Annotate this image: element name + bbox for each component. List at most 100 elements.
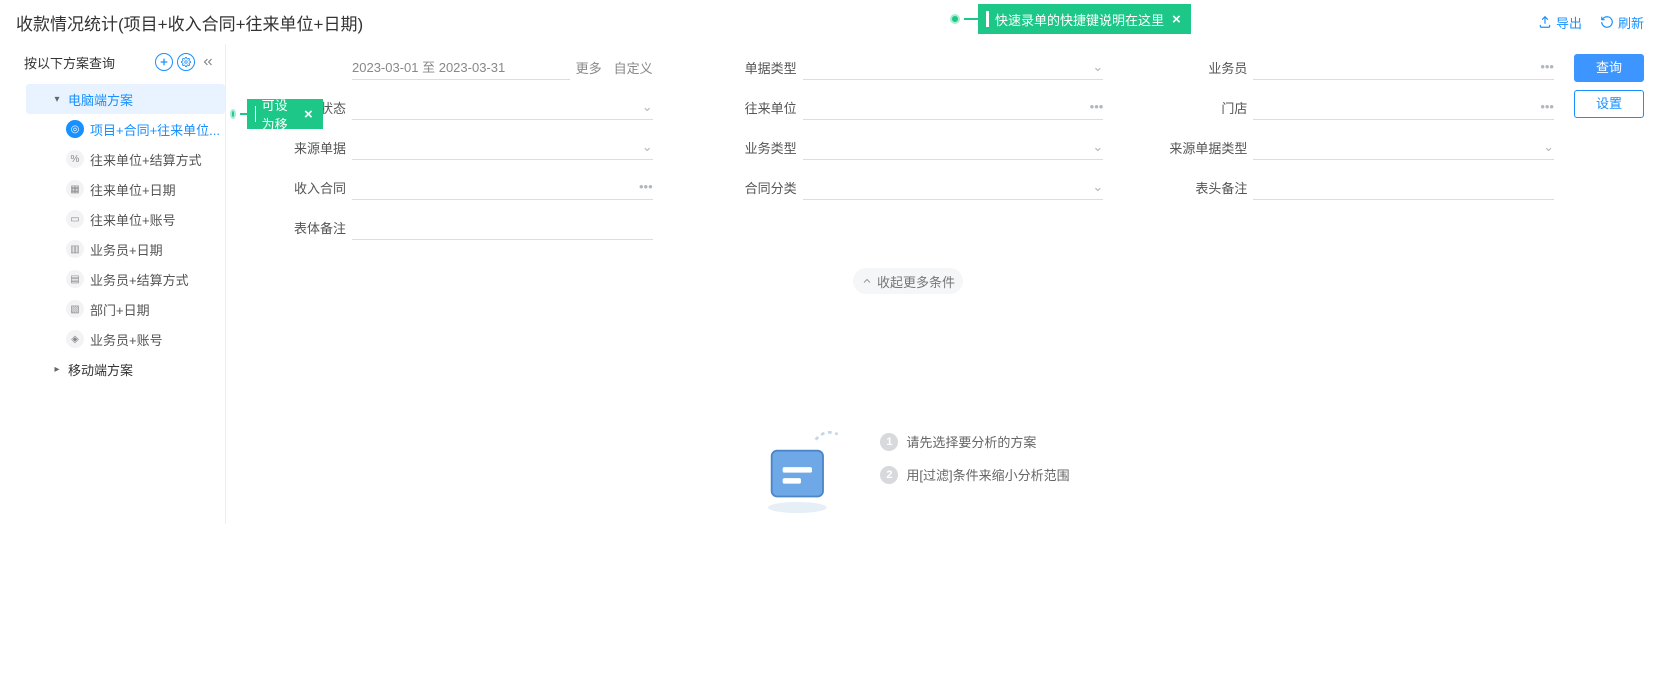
source-bill-select[interactable]: ⌄ — [352, 134, 653, 160]
top-tip-text: 快速录单的快捷键说明在这里 — [995, 10, 1164, 29]
empty-step: 2 用[过滤]条件来缩小分析范围 — [880, 465, 1069, 484]
field-header-remark: 表头备注 — [1163, 174, 1554, 200]
sidebar-item-scheme[interactable]: ▦ 往来单位+日期 — [66, 174, 225, 204]
sidebar-item-scheme[interactable]: ▤ 业务员+结算方式 — [66, 264, 225, 294]
gear-icon — [181, 57, 191, 67]
field-label: 表头备注 — [1163, 178, 1253, 197]
query-button[interactable]: 查询 — [1574, 54, 1644, 82]
step-number-icon: 2 — [880, 466, 898, 484]
collapse-sidebar-button[interactable] — [199, 53, 217, 71]
side-tip-box: 电脑方案可设为移动方案哦 × — [247, 99, 323, 129]
field-partner: 往来单位 ••• — [713, 94, 1104, 120]
calendar-icon: ▦ — [66, 180, 84, 198]
sidebar-group-pc[interactable]: ▾ 电脑端方案 — [26, 84, 225, 114]
sidebar-item-scheme[interactable]: ▥ 业务员+日期 — [66, 234, 225, 264]
more-icon: ••• — [1090, 99, 1104, 114]
income-contract-picker[interactable]: ••• — [352, 174, 653, 200]
percent-icon: % — [66, 150, 84, 168]
export-label: 导出 — [1556, 13, 1582, 32]
sidebar-item-scheme[interactable]: ▧ 部门+日期 — [66, 294, 225, 324]
date-input[interactable]: 2023-03-01 至 2023-03-31 — [352, 54, 570, 80]
empty-step: 1 请先选择要分析的方案 — [880, 432, 1069, 451]
close-icon[interactable]: × — [304, 106, 313, 123]
body-remark-input[interactable] — [352, 214, 653, 240]
right-actions: 查询 设置 — [1574, 44, 1660, 524]
barchart-icon: ▥ — [66, 240, 84, 258]
side-tip-text: 电脑方案可设为移动方案哦 — [262, 57, 296, 171]
contract-class-select[interactable]: ⌄ — [803, 174, 1104, 200]
add-scheme-button[interactable] — [155, 53, 173, 71]
close-icon[interactable]: × — [1172, 11, 1181, 28]
date-more-link[interactable]: 更多 — [576, 58, 602, 77]
sidebar-item-scheme[interactable]: ◎ 项目+合同+往来单位... — [66, 114, 225, 144]
tip-connector-icon — [240, 113, 247, 115]
refresh-button[interactable]: 刷新 — [1600, 13, 1644, 32]
shop-picker[interactable]: ••• — [1253, 94, 1554, 120]
tip-bar-icon — [986, 11, 989, 27]
settings-button[interactable]: 设置 — [1574, 90, 1644, 118]
sidebar-item-label: 部门+日期 — [90, 300, 150, 319]
cube-icon: ◈ — [66, 330, 84, 348]
chevron-down-icon: ⌄ — [1543, 139, 1554, 155]
date-value: 2023-03-01 至 2023-03-31 — [352, 57, 505, 76]
export-button[interactable]: 导出 — [1538, 13, 1582, 32]
field-label: 往来单位 — [713, 98, 803, 117]
sidebar-group-label: 电脑端方案 — [68, 90, 133, 109]
filter-area: 2023-03-01 至 2023-03-31 更多 自定义 单据类型 ⌄ 业务… — [226, 44, 1574, 524]
sidebar-item-scheme[interactable]: ◈ 业务员+账号 — [66, 324, 225, 354]
field-label: 表体备注 — [262, 218, 352, 237]
date-custom-link[interactable]: 自定义 — [614, 58, 653, 77]
step-number-icon: 1 — [880, 433, 898, 451]
tip-dot-icon — [950, 14, 960, 24]
field-source-bill: 来源单据 ⌄ — [262, 134, 653, 160]
scheme-tree: ▾ 电脑端方案 ◎ 项目+合同+往来单位... % 往来单位+结算方式 ▦ 往来… — [0, 84, 225, 384]
source-bill-type-select[interactable]: ⌄ — [1253, 134, 1554, 160]
bill-type-select[interactable]: ⌄ — [803, 54, 1104, 80]
sidebar-item-scheme[interactable]: % 往来单位+结算方式 — [66, 144, 225, 174]
step-text: 请先选择要分析的方案 — [906, 432, 1036, 451]
field-biz-type: 业务类型 ⌄ — [713, 134, 1104, 160]
field-label: 门店 — [1163, 98, 1253, 117]
collapse-filters-label: 收起更多条件 — [877, 272, 955, 291]
tip-bar-icon — [255, 106, 256, 122]
sidebar-title: 按以下方案查询 — [24, 53, 115, 72]
chevron-down-icon: ⌄ — [1092, 139, 1103, 155]
sidebar: 按以下方案查询 电脑方案可设为移动方案哦 × — [0, 44, 226, 524]
bill-status-select[interactable]: ⌄ — [352, 94, 653, 120]
biz-type-select[interactable]: ⌄ — [803, 134, 1104, 160]
field-source-bill-type: 来源单据类型 ⌄ — [1163, 134, 1554, 160]
sales-person-picker[interactable]: ••• — [1253, 54, 1554, 80]
id-icon: ▭ — [66, 210, 84, 228]
chevron-up-icon — [861, 275, 873, 287]
sidebar-group-mobile[interactable]: ▸ 移动端方案 — [18, 354, 225, 384]
field-label: 来源单据类型 — [1163, 138, 1253, 157]
top-actions: 导出 刷新 — [1520, 13, 1644, 32]
chevron-double-left-icon — [201, 55, 215, 69]
sidebar-item-label: 往来单位+账号 — [90, 210, 176, 229]
tip-connector-icon — [964, 18, 978, 20]
field-date: 2023-03-01 至 2023-03-31 更多 自定义 — [262, 54, 653, 80]
sidebar-item-label: 项目+合同+往来单位... — [90, 120, 220, 139]
export-icon — [1538, 15, 1552, 29]
sidebar-item-label: 往来单位+日期 — [90, 180, 176, 199]
partner-picker[interactable]: ••• — [803, 94, 1104, 120]
grid-icon: ▤ — [66, 270, 84, 288]
field-income-contract: 收入合同 ••• — [262, 174, 653, 200]
field-bill-type: 单据类型 ⌄ — [713, 54, 1104, 80]
empty-state: 1 请先选择要分析的方案 2 用[过滤]条件来缩小分析范围 — [262, 414, 1554, 524]
caret-down-icon: ▾ — [52, 94, 62, 105]
sidebar-item-scheme[interactable]: ▭ 往来单位+账号 — [66, 204, 225, 234]
page-title: 收款情况统计(项目+收入合同+往来单位+日期) — [16, 10, 363, 35]
empty-steps: 1 请先选择要分析的方案 2 用[过滤]条件来缩小分析范围 — [880, 432, 1069, 498]
collapse-filters-button[interactable]: 收起更多条件 — [853, 268, 963, 294]
sidebar-header: 按以下方案查询 — [0, 44, 225, 80]
sidebar-item-label: 业务员+结算方式 — [90, 270, 189, 289]
header-remark-input[interactable] — [1253, 174, 1554, 200]
field-shop: 门店 ••• — [1163, 94, 1554, 120]
settings-scheme-button[interactable] — [177, 53, 195, 71]
field-label: 单据类型 — [713, 58, 803, 77]
sidebar-group-label: 移动端方案 — [68, 360, 133, 379]
chevron-down-icon: ⌄ — [642, 139, 653, 155]
target-icon: ◎ — [66, 120, 84, 138]
sidebar-item-label: 往来单位+结算方式 — [90, 150, 202, 169]
